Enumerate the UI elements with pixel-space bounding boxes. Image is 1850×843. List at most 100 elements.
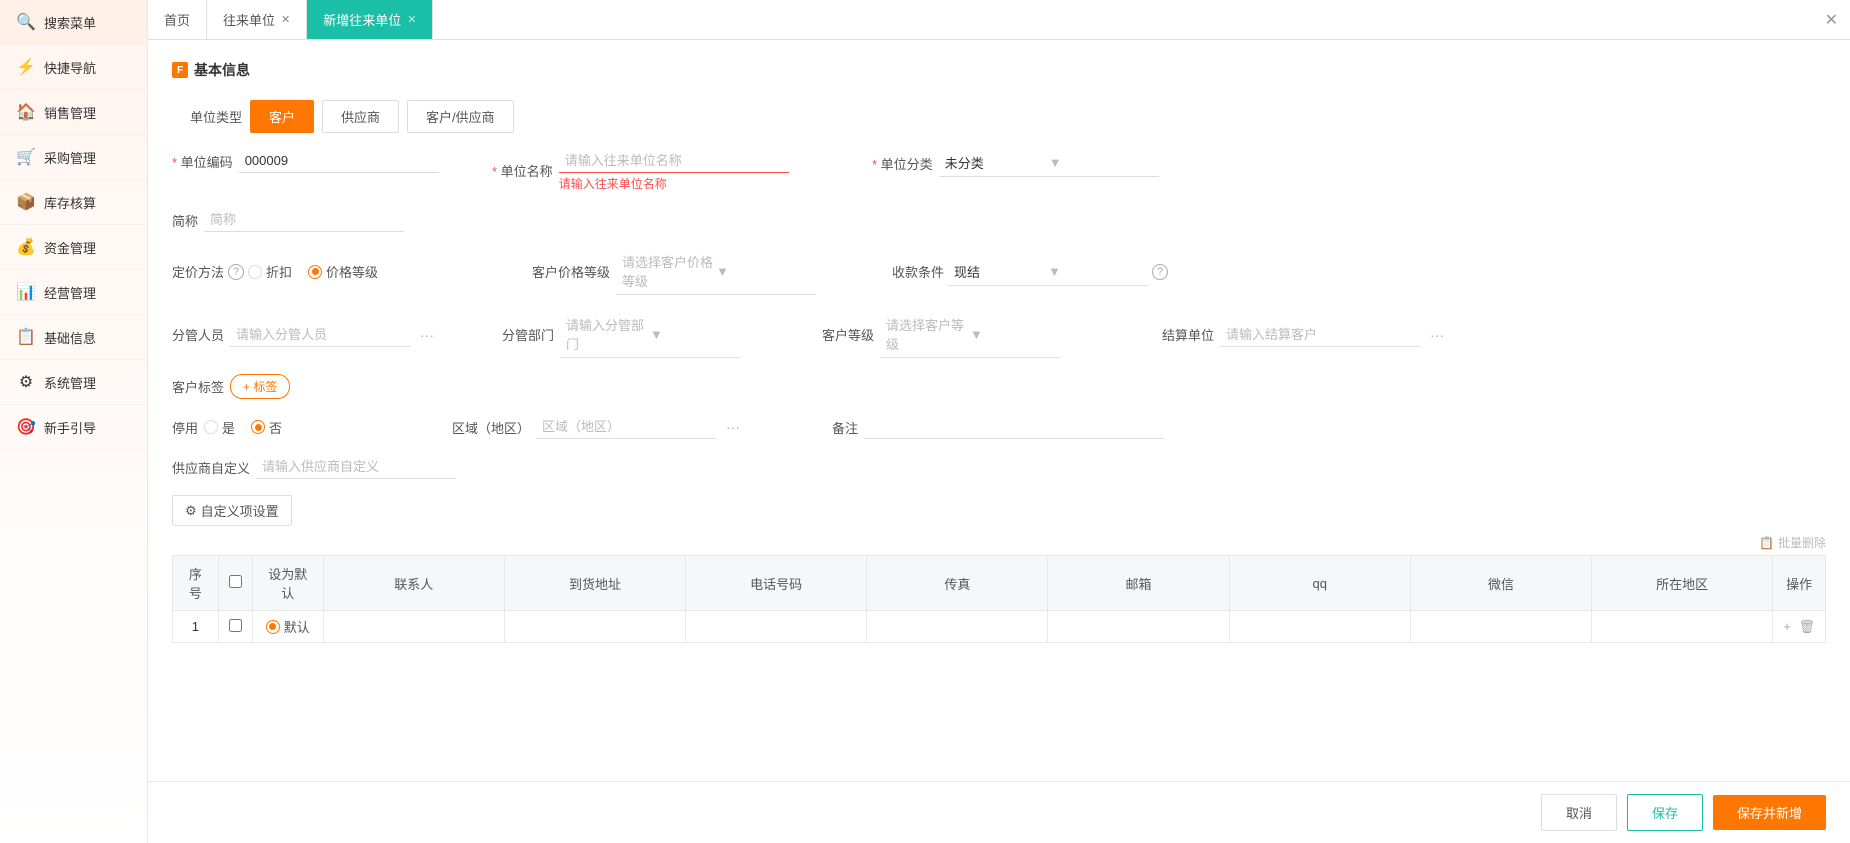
- add-tag-button[interactable]: + 标签: [230, 374, 290, 399]
- manager-more-btn[interactable]: ···: [416, 327, 438, 343]
- select-customer-level[interactable]: 请选择客户等级 ▼: [880, 311, 1060, 358]
- input-unit-code[interactable]: [239, 149, 439, 173]
- input-row-region[interactable]: [1602, 619, 1762, 634]
- sidebar-item-purchase[interactable]: 🛒 采购管理: [0, 135, 147, 180]
- field-customer-tag: 客户标签 + 标签: [172, 374, 1826, 399]
- pricing-price-level[interactable]: 价格等级: [308, 262, 378, 281]
- field-customer-level: 客户等级 请选择客户等级 ▼: [822, 311, 1162, 358]
- select-customer-price-level[interactable]: 请选择客户价格等级 ▼: [616, 248, 816, 295]
- select-all-checkbox[interactable]: [229, 575, 242, 588]
- sidebar-label-search: 搜索菜单: [44, 13, 96, 32]
- custom-settings-label: 自定义项设置: [201, 501, 279, 520]
- input-region[interactable]: [536, 415, 716, 439]
- operation-icon: 📊: [16, 282, 36, 302]
- sidebar-item-basic[interactable]: 📋 基础信息: [0, 315, 147, 360]
- unit-type-both[interactable]: 客户/供应商: [407, 100, 514, 133]
- cell-region: [1592, 611, 1773, 643]
- add-tag-label: + 标签: [243, 378, 277, 395]
- radio-price-level: [308, 265, 322, 279]
- batch-delete-icon: 📋: [1759, 536, 1774, 550]
- tab-trading-units[interactable]: 往来单位 ✕: [207, 0, 307, 39]
- cell-checkbox: [218, 611, 252, 643]
- save-and-new-button[interactable]: 保存并新增: [1713, 795, 1826, 830]
- delete-row-btn[interactable]: 🗑: [1798, 619, 1815, 634]
- sidebar-label-sales: 销售管理: [44, 103, 96, 122]
- sidebar-label-guide: 新手引导: [44, 418, 96, 437]
- input-wechat[interactable]: [1421, 619, 1581, 634]
- input-phone[interactable]: [696, 619, 856, 634]
- settlement-unit-more-btn[interactable]: ···: [1426, 327, 1448, 343]
- field-disabled: 停用 是 否: [172, 418, 452, 437]
- field-unit-category: 单位分类 未分类 ▼: [872, 149, 1252, 177]
- sidebar-item-quicknav[interactable]: ⚡ 快捷导航: [0, 45, 147, 90]
- row-checkbox[interactable]: [229, 619, 242, 632]
- field-department: 分管部门 请输入分管部门 ▼: [502, 311, 822, 358]
- add-row-btn[interactable]: +: [1783, 619, 1791, 634]
- region-more-btn[interactable]: ···: [722, 419, 744, 435]
- payment-terms-help-icon[interactable]: ?: [1152, 264, 1168, 280]
- tab-new-trading-unit[interactable]: 新增往来单位 ✕: [307, 0, 433, 39]
- row-code-name-category: 单位编码 单位名称 请输入往来单位名称 单位分类 未分类 ▼: [172, 149, 1826, 192]
- custom-settings-button[interactable]: ⚙ 自定义项设置: [172, 495, 292, 526]
- department-value: 请输入分管部门: [566, 315, 650, 353]
- input-fax[interactable]: [877, 619, 1037, 634]
- purchase-icon: 🛒: [16, 147, 36, 167]
- pricing-radio-group: 折扣 价格等级: [248, 262, 378, 281]
- close-tab-trading-units[interactable]: ✕: [281, 13, 290, 26]
- save-button[interactable]: 保存: [1627, 794, 1703, 831]
- sidebar-label-operation: 经营管理: [44, 283, 96, 302]
- field-pricing-method: 定价方法 ? 折扣 价格等级: [172, 262, 532, 281]
- sidebar-label-finance: 资金管理: [44, 238, 96, 257]
- select-unit-category[interactable]: 未分类 ▼: [939, 149, 1159, 177]
- disabled-yes[interactable]: 是: [204, 418, 235, 437]
- sidebar-item-finance[interactable]: 💰 资金管理: [0, 225, 147, 270]
- input-email[interactable]: [1058, 619, 1218, 634]
- sidebar-item-operation[interactable]: 📊 经营管理: [0, 270, 147, 315]
- unit-type-customer[interactable]: 客户: [250, 100, 314, 133]
- input-abbr[interactable]: [204, 208, 404, 232]
- label-unit-code: 单位编码: [172, 152, 233, 171]
- unit-type-label: 单位类型: [172, 107, 242, 126]
- unit-type-supplier[interactable]: 供应商: [322, 100, 399, 133]
- input-unit-name[interactable]: [559, 149, 789, 173]
- system-icon: ⚙: [16, 372, 36, 392]
- main-content: 首页 往来单位 ✕ 新增往来单位 ✕ ✕ F 基本信息 单位类型 客户 供应商 …: [148, 0, 1850, 843]
- sidebar-item-inventory[interactable]: 📦 库存核算: [0, 180, 147, 225]
- input-address[interactable]: [515, 619, 675, 634]
- form-footer: 取消 保存 保存并新增: [148, 781, 1850, 843]
- close-tab-new-trading-unit[interactable]: ✕: [407, 13, 416, 26]
- sidebar-item-system[interactable]: ⚙ 系统管理: [0, 360, 147, 405]
- input-contact[interactable]: [334, 619, 494, 634]
- tab-bar: 首页 往来单位 ✕ 新增往来单位 ✕ ✕: [148, 0, 1850, 40]
- batch-delete-label[interactable]: 批量删除: [1778, 534, 1826, 551]
- input-manager[interactable]: [230, 323, 410, 347]
- cell-default: 默认: [252, 611, 323, 643]
- batch-delete-area: 📋 批量删除: [172, 534, 1826, 551]
- form-area: F 基本信息 单位类型 客户 供应商 客户/供应商 单位编码 单位名称 请输入往…: [148, 40, 1850, 781]
- col-fax: 传真: [867, 556, 1048, 611]
- row-default-radio[interactable]: 默认: [263, 617, 313, 636]
- select-department[interactable]: 请输入分管部门 ▼: [560, 311, 740, 358]
- disabled-yes-label: 是: [222, 418, 235, 437]
- input-qq[interactable]: [1240, 619, 1400, 634]
- pricing-discount[interactable]: 折扣: [248, 262, 292, 281]
- select-payment-terms[interactable]: 现结 ▼: [948, 258, 1148, 286]
- cancel-button[interactable]: 取消: [1541, 794, 1617, 831]
- input-remark[interactable]: [864, 415, 1164, 439]
- radio-price-level-label: 价格等级: [326, 262, 378, 281]
- sidebar-item-sales[interactable]: 🏠 销售管理: [0, 90, 147, 135]
- sidebar-item-search[interactable]: 🔍 搜索菜单: [0, 0, 147, 45]
- input-supplier-custom[interactable]: [256, 455, 456, 479]
- cell-email: [1048, 611, 1229, 643]
- sidebar-label-basic: 基础信息: [44, 328, 96, 347]
- label-remark: 备注: [832, 418, 858, 437]
- sidebar-item-guide[interactable]: 🎯 新手引导: [0, 405, 147, 450]
- pricing-help-icon[interactable]: ?: [228, 264, 244, 280]
- input-settlement-unit[interactable]: [1220, 323, 1420, 347]
- disabled-no[interactable]: 否: [251, 418, 282, 437]
- tab-home[interactable]: 首页: [148, 0, 207, 39]
- label-supplier-custom: 供应商自定义: [172, 458, 250, 477]
- close-all-tabs[interactable]: ✕: [1813, 0, 1850, 39]
- table-header-row: 序号 设为默认 联系人 到货地址 电话号码 传真 邮箱 qq 微信 所在地区 操…: [173, 556, 1826, 611]
- cell-wechat: [1410, 611, 1591, 643]
